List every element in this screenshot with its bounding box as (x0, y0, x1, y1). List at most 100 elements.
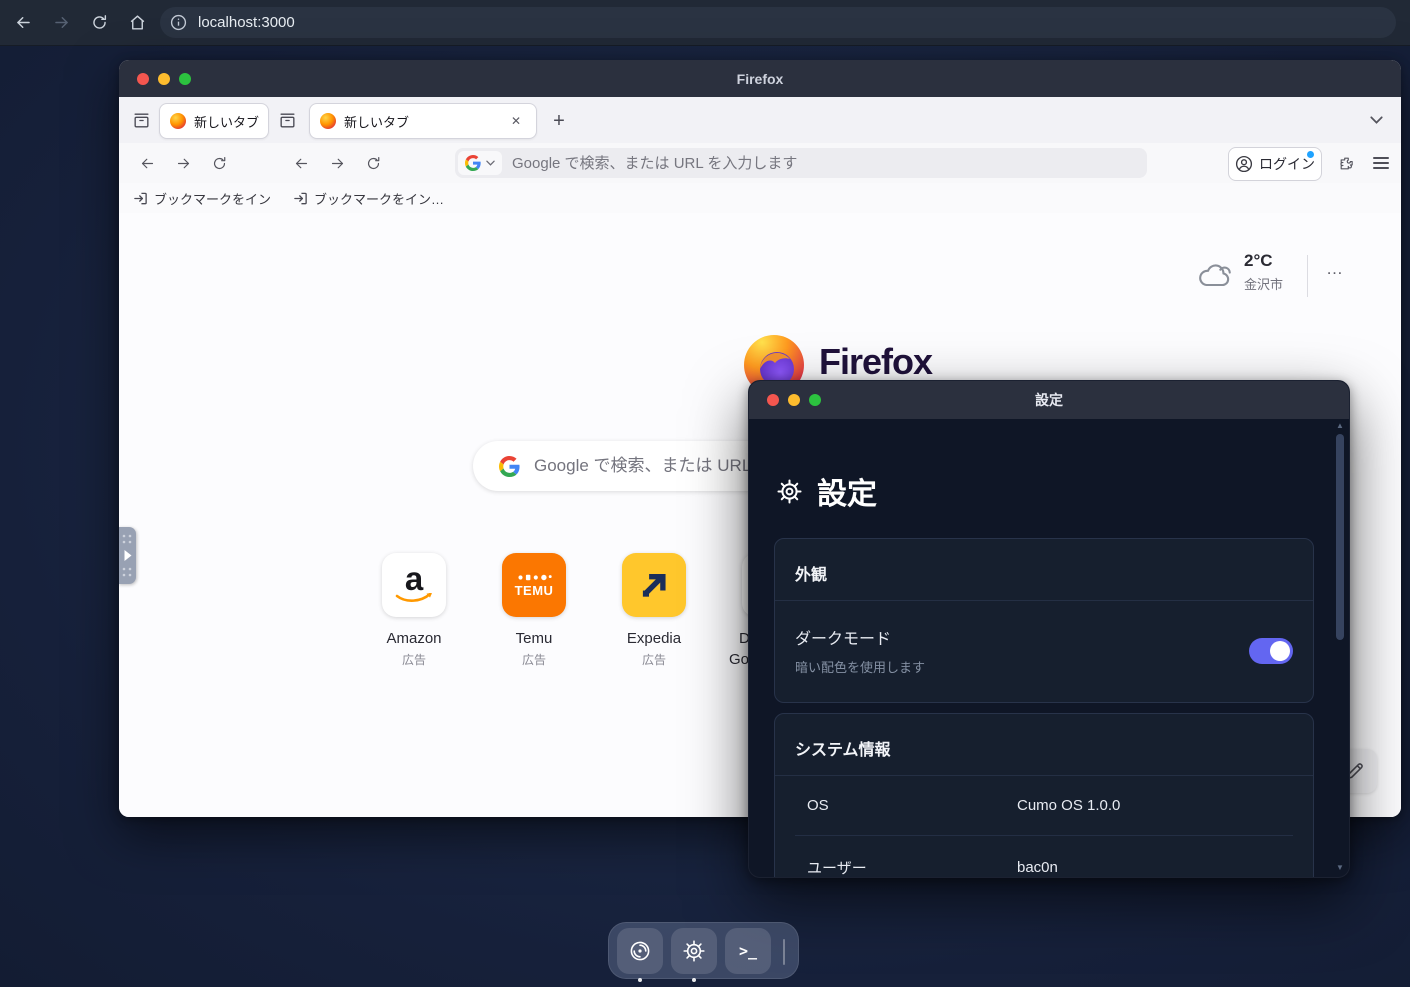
tile-label: Amazon (386, 630, 442, 647)
settings-dock-button[interactable] (671, 928, 717, 974)
address-bar[interactable]: localhost:3000 (160, 7, 1396, 38)
os-value: Cumo OS 1.0.0 (1017, 797, 1121, 814)
menu-button[interactable] (1367, 149, 1395, 177)
tab-overflow-chevron-icon[interactable] (1365, 110, 1387, 130)
tab-1[interactable]: 新しいタブ (159, 103, 269, 139)
bookmark-label: ブックマークをイン (154, 191, 272, 207)
dock: >_ (608, 922, 799, 982)
ff-reload-button[interactable] (205, 149, 233, 177)
scroll-up-icon[interactable]: ▲ (1333, 421, 1347, 431)
cloud-icon (1199, 264, 1231, 287)
amazon-icon: a (382, 553, 446, 617)
ff-back-button[interactable] (133, 149, 161, 177)
import-icon (134, 192, 147, 204)
os-label: OS (807, 797, 829, 814)
ff-forward-button[interactable] (169, 149, 197, 177)
home-button[interactable] (122, 8, 152, 38)
amazon-smile-icon (395, 592, 432, 602)
tile-badge: 広告 (401, 653, 426, 667)
dark-mode-description: 暗い配色を使用します (795, 660, 926, 675)
ff-urlbar[interactable] (455, 148, 1147, 178)
divider (1307, 255, 1309, 297)
tile-badge: 広告 (641, 653, 666, 667)
tab-close-icon[interactable]: ✕ (506, 111, 526, 131)
tile-badge: 広告 (521, 653, 546, 667)
dock-item-browser (617, 928, 663, 982)
tab-label: 新しいタブ (344, 114, 410, 130)
settings-heading: 設定 (776, 469, 877, 513)
page-info-icon[interactable] (164, 9, 192, 37)
window-title: Firefox (736, 70, 784, 87)
weather-temp: 2°C (1244, 251, 1273, 270)
dark-mode-label: ダークモード (795, 631, 892, 648)
forward-button[interactable] (46, 8, 76, 38)
appearance-section-title: 外観 (775, 539, 1313, 601)
scrollbar[interactable]: ▲ ▼ (1333, 421, 1347, 873)
system-row-user: ユーザー bac0n (775, 836, 1313, 877)
hamburger-icon (1373, 157, 1389, 169)
weather-city: 金沢市 (1244, 277, 1284, 292)
scroll-down-icon[interactable]: ▼ (1333, 863, 1347, 873)
bookmark-item[interactable]: ブックマークをイン (133, 189, 271, 208)
bookmark-item[interactable]: ブックマークをイン… (293, 189, 444, 208)
temu-marks-icon (518, 574, 552, 580)
dark-mode-toggle[interactable] (1249, 637, 1293, 664)
firefox-favicon (170, 113, 186, 129)
window-title: 設定 (1035, 392, 1063, 408)
tile-label: Expedia (626, 630, 682, 647)
user-label: ユーザー (807, 860, 867, 877)
gear-icon (683, 940, 705, 962)
settings-titlebar[interactable]: 設定 (749, 381, 1349, 419)
firefox-view-icon[interactable] (129, 108, 153, 132)
login-button[interactable]: ログイン (1228, 147, 1322, 181)
running-indicator (692, 978, 696, 982)
urlbar-input[interactable] (502, 154, 1147, 172)
expedia-icon (622, 553, 686, 617)
account-icon (1235, 155, 1253, 173)
bookmarks-bar: ブックマークをイン ブックマークをイン… (119, 183, 1401, 214)
new-tab-button[interactable]: + (545, 107, 573, 135)
tile-label: Temu (515, 630, 553, 647)
import-icon (294, 192, 307, 204)
terminal-dock-button[interactable]: >_ (725, 928, 771, 974)
ff-reload-button-2[interactable] (359, 149, 387, 177)
tab-2-active[interactable]: 新しいタブ ✕ (309, 103, 537, 139)
weather-widget[interactable]: 2°C 金沢市 … (1196, 251, 1345, 297)
chevron-down-icon (486, 160, 495, 166)
shortcut-expedia[interactable]: Expedia 広告 (606, 553, 702, 668)
ff-forward-button-2[interactable] (323, 149, 351, 177)
tab-label: 新しいタブ (194, 114, 260, 130)
dock-item-terminal: >_ (725, 928, 771, 974)
user-value: bac0n (1017, 859, 1058, 876)
search-engine-chip[interactable] (458, 151, 502, 175)
temu-text: TEMU (514, 582, 554, 598)
weather-more-button[interactable]: … (1326, 259, 1345, 279)
extensions-button[interactable] (1332, 149, 1360, 177)
browser-icon (630, 941, 650, 961)
sidebar-handle[interactable] (119, 527, 136, 584)
reload-button[interactable] (84, 8, 114, 38)
firefox-titlebar[interactable]: Firefox (119, 60, 1401, 97)
system-row-os: OS Cumo OS 1.0.0 (775, 776, 1313, 835)
shortcut-amazon[interactable]: a Amazon 広告 (366, 553, 462, 668)
firefox-favicon (320, 113, 336, 129)
sidebar-handle-icon (122, 534, 132, 577)
address-url: localhost:3000 (198, 14, 295, 31)
back-button[interactable] (8, 8, 38, 38)
dark-mode-row: ダークモード 暗い配色を使用します (775, 601, 1313, 702)
appearance-card: 外観 ダークモード 暗い配色を使用します (774, 538, 1314, 703)
dock-divider (783, 939, 785, 965)
bookmark-label: ブックマークをイン… (314, 191, 445, 207)
google-icon (465, 155, 481, 171)
puzzle-icon (1339, 157, 1353, 169)
shortcut-temu[interactable]: TEMU Temu 広告 (486, 553, 582, 668)
firefox-wordmark: Firefox (819, 341, 933, 382)
scrollbar-thumb[interactable] (1336, 434, 1344, 640)
firefox-view-icon[interactable] (275, 108, 299, 132)
browser-dock-button[interactable] (617, 928, 663, 974)
settings-title: 設定 (817, 478, 877, 511)
ff-back-button-2[interactable] (287, 149, 315, 177)
desktop: localhost:3000 Firefox 新しいタブ 新しいタブ ✕ + G… (0, 0, 1410, 987)
notification-dot (1307, 151, 1314, 158)
gear-icon (777, 478, 802, 504)
